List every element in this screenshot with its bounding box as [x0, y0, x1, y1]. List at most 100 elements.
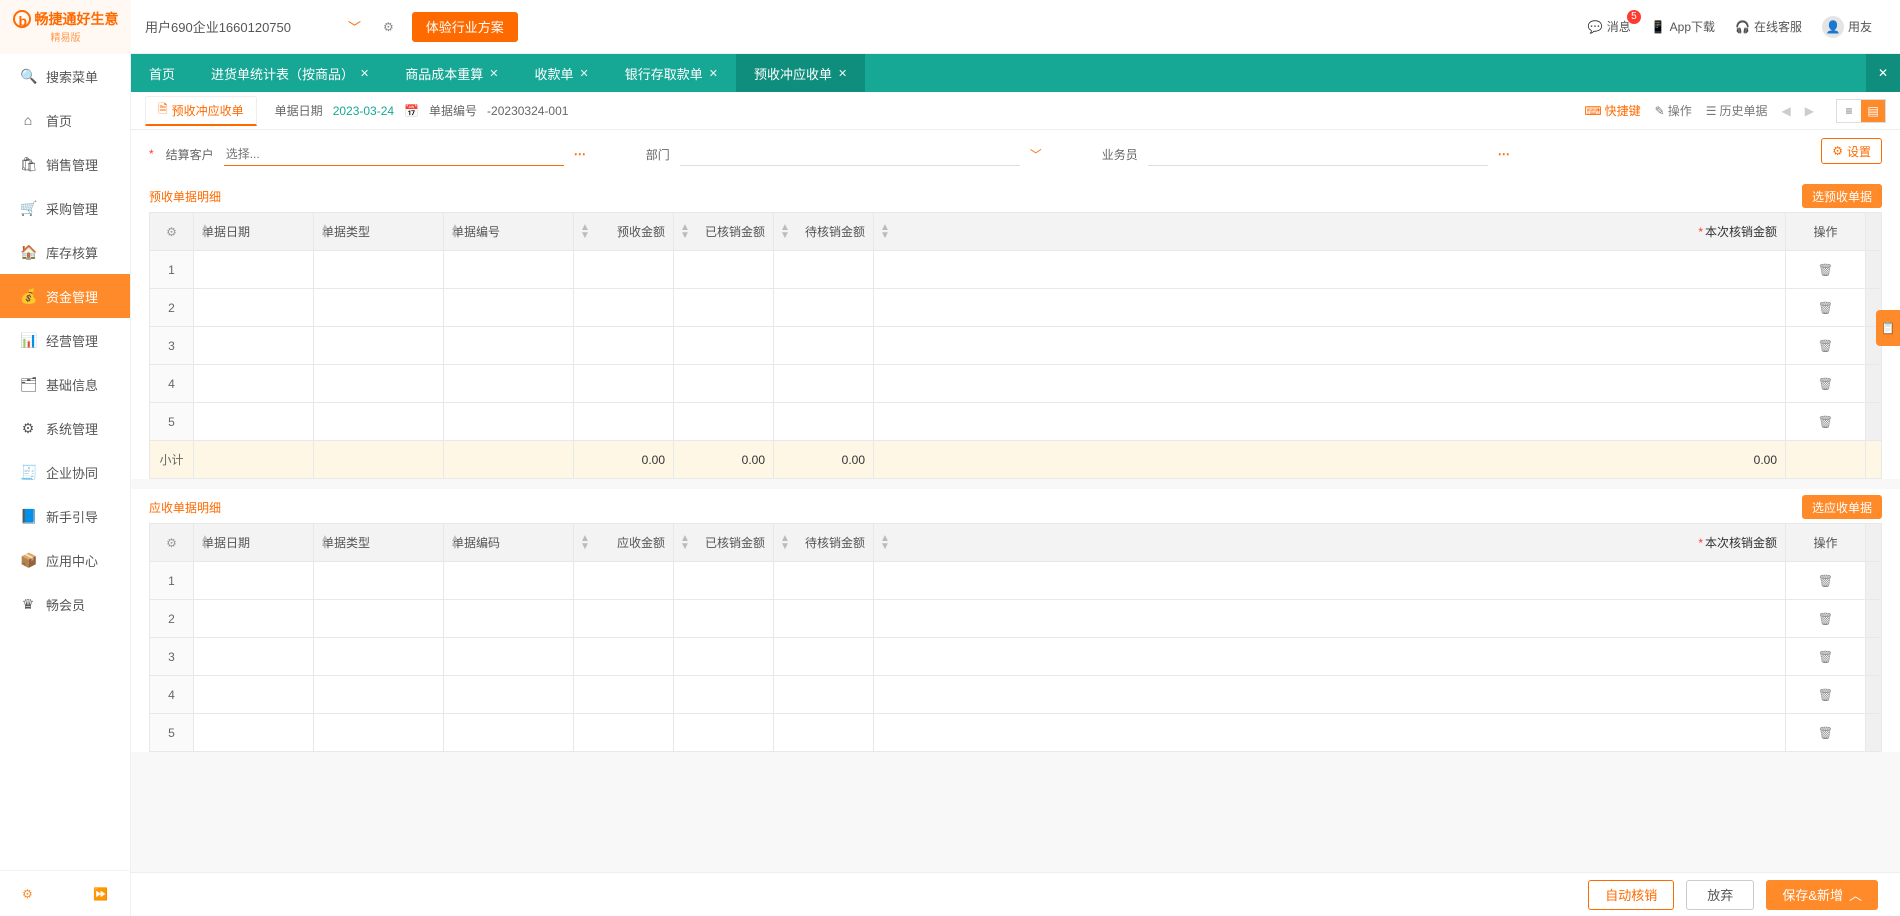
cell[interactable] — [674, 638, 774, 676]
select-prereceipt-button[interactable]: 选预收单据 — [1802, 184, 1882, 208]
cell[interactable] — [874, 676, 1786, 714]
col-header[interactable]: ▲▼预收金额 — [574, 213, 674, 251]
footer-gear-icon[interactable]: ⚙ — [22, 887, 33, 901]
col-header[interactable]: ▲▼*本次核销金额 — [874, 524, 1786, 562]
page-settings-button[interactable]: ⚙设置 — [1821, 138, 1882, 164]
cell[interactable] — [194, 365, 314, 403]
cell[interactable] — [194, 403, 314, 441]
col-header[interactable]: ▲▼待核销金额 — [774, 524, 874, 562]
cell[interactable] — [444, 289, 574, 327]
cell[interactable] — [444, 251, 574, 289]
cell[interactable] — [314, 365, 444, 403]
app-download-button[interactable]: 📱App下载 — [1651, 18, 1715, 35]
nav-prev-icon[interactable]: ◀ — [1782, 104, 1791, 118]
row-delete[interactable]: 🗑 — [1786, 676, 1866, 714]
cell[interactable] — [314, 676, 444, 714]
tab-3[interactable]: 收款单✕ — [516, 54, 606, 92]
company-select[interactable]: 用户690企业1660120750 ﹀ — [145, 12, 365, 42]
calendar-icon[interactable]: 📅 — [404, 104, 419, 118]
cell[interactable] — [774, 327, 874, 365]
close-icon[interactable]: ✕ — [709, 67, 718, 80]
cell[interactable] — [574, 714, 674, 752]
cell[interactable] — [194, 638, 314, 676]
cell[interactable] — [774, 365, 874, 403]
sidebar-item-9[interactable]: 🧾企业协同 — [0, 450, 130, 494]
cell[interactable] — [444, 638, 574, 676]
col-header[interactable]: 操作 — [1786, 213, 1866, 251]
user-menu[interactable]: 👤用友 — [1822, 16, 1872, 38]
sidebar-item-7[interactable]: 🗂基础信息 — [0, 362, 130, 406]
cell[interactable] — [194, 251, 314, 289]
view-list-button[interactable]: ≡ — [1837, 100, 1861, 122]
close-all-tabs-button[interactable]: ✕ — [1866, 54, 1900, 92]
sidebar-item-3[interactable]: 🛒采购管理 — [0, 186, 130, 230]
cell[interactable] — [774, 714, 874, 752]
cell[interactable] — [314, 289, 444, 327]
cell[interactable] — [774, 403, 874, 441]
cell[interactable] — [444, 365, 574, 403]
customer-input[interactable] — [224, 142, 564, 166]
tab-0[interactable]: 首页 — [131, 54, 193, 92]
tab-4[interactable]: 银行存取款单✕ — [607, 54, 736, 92]
chevron-down-icon[interactable]: ﹀ — [1030, 146, 1042, 163]
cell[interactable] — [674, 251, 774, 289]
col-header[interactable]: ▲▼*本次核销金额 — [874, 213, 1786, 251]
row-delete[interactable]: 🗑 — [1786, 714, 1866, 752]
sidebar-item-6[interactable]: 📊经营管理 — [0, 318, 130, 362]
cell[interactable] — [774, 289, 874, 327]
cell[interactable] — [314, 251, 444, 289]
cell[interactable] — [674, 403, 774, 441]
cell[interactable] — [574, 251, 674, 289]
history-button[interactable]: ☰历史单据 — [1706, 102, 1768, 119]
select-receivable-button[interactable]: 选应收单据 — [1802, 495, 1882, 519]
row-delete[interactable]: 🗑 — [1786, 289, 1866, 327]
row-delete[interactable]: 🗑 — [1786, 600, 1866, 638]
close-icon[interactable]: ✕ — [360, 67, 369, 80]
sidebar-item-8[interactable]: ⚙系统管理 — [0, 406, 130, 450]
cell[interactable] — [674, 365, 774, 403]
row-delete[interactable]: 🗑 — [1786, 251, 1866, 289]
row-delete[interactable]: 🗑 — [1786, 365, 1866, 403]
tab-1[interactable]: 进货单统计表（按商品）✕ — [193, 54, 387, 92]
cell[interactable] — [674, 562, 774, 600]
tab-5[interactable]: 预收冲应收单✕ — [736, 54, 865, 92]
cell[interactable] — [444, 327, 574, 365]
cell[interactable] — [444, 676, 574, 714]
doc-type-tab[interactable]: 🗎 预收冲应收单 — [145, 96, 257, 126]
cell[interactable] — [574, 289, 674, 327]
cell[interactable] — [444, 714, 574, 752]
close-icon[interactable]: ✕ — [838, 67, 847, 80]
col-header[interactable]: ▲▼单据日期 — [194, 524, 314, 562]
col-header[interactable]: ▲▼已核销金额 — [674, 524, 774, 562]
save-and-new-button[interactable]: 保存&新增︿ — [1766, 880, 1878, 910]
cell[interactable] — [574, 562, 674, 600]
col-header[interactable]: ▲▼待核销金额 — [774, 213, 874, 251]
col-header[interactable]: 操作 — [1786, 524, 1866, 562]
cell[interactable] — [444, 600, 574, 638]
cell[interactable] — [874, 403, 1786, 441]
col-header[interactable]: ▲▼应收金额 — [574, 524, 674, 562]
cell[interactable] — [314, 562, 444, 600]
sidebar-item-0[interactable]: 🔍搜索菜单 — [0, 54, 130, 98]
cell[interactable] — [674, 676, 774, 714]
dept-input[interactable] — [680, 142, 1020, 166]
col-header[interactable]: ▲▼单据编号 — [444, 213, 574, 251]
clerk-input[interactable] — [1148, 142, 1488, 166]
doc-date[interactable]: 2023-03-24 — [333, 104, 394, 118]
col-settings[interactable]: ⚙ — [150, 524, 194, 562]
sidebar-item-12[interactable]: ♛畅会员 — [0, 582, 130, 626]
cell[interactable] — [574, 676, 674, 714]
online-service-button[interactable]: 🎧在线客服 — [1735, 18, 1802, 35]
cell[interactable] — [194, 714, 314, 752]
view-card-button[interactable]: ▤ — [1861, 100, 1885, 122]
cell[interactable] — [674, 327, 774, 365]
close-icon[interactable]: ✕ — [489, 67, 498, 80]
cell[interactable] — [314, 714, 444, 752]
row-delete[interactable]: 🗑 — [1786, 638, 1866, 676]
nav-next-icon[interactable]: ▶ — [1805, 104, 1814, 118]
cell[interactable] — [444, 562, 574, 600]
cell[interactable] — [194, 562, 314, 600]
sidebar-item-4[interactable]: 🏠库存核算 — [0, 230, 130, 274]
tab-2[interactable]: 商品成本重算✕ — [387, 54, 516, 92]
sidebar-item-10[interactable]: 📘新手引导 — [0, 494, 130, 538]
